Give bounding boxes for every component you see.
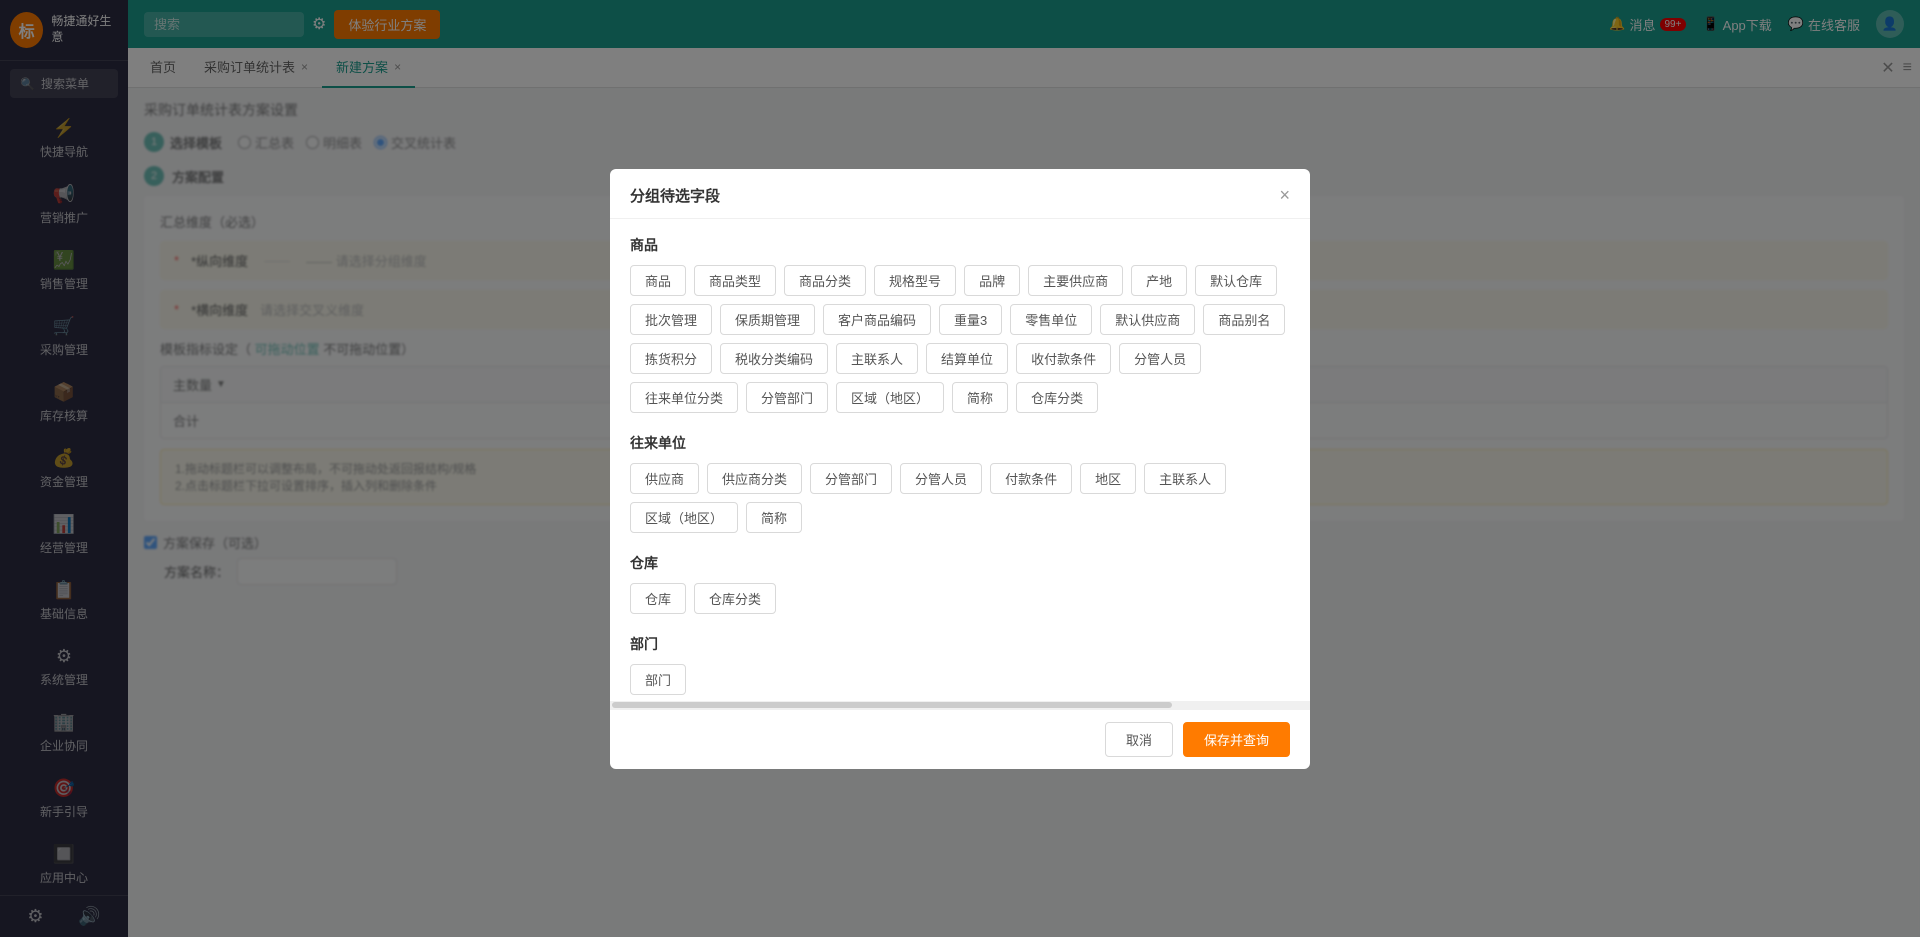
field-tag-区域（地区）[interactable]: 区域（地区） [836,382,944,413]
field-tag-分管人员[interactable]: 分管人员 [1119,343,1201,374]
field-tag-分管部门[interactable]: 分管部门 [746,382,828,413]
modal-horizontal-scrollbar[interactable] [610,701,1310,709]
field-tag-地区[interactable]: 地区 [1080,463,1136,494]
field-group-商品: 商品商品商品类型商品分类规格型号品牌主要供应商产地默认仓库批次管理保质期管理客户… [630,235,1290,413]
field-group-title-部门: 部门 [630,634,1290,654]
field-tag-零售单位[interactable]: 零售单位 [1010,304,1092,335]
field-tag-重量3[interactable]: 重量3 [939,304,1002,335]
field-tag-产地[interactable]: 产地 [1131,265,1187,296]
field-group-部门: 部门部门 [630,634,1290,695]
field-group-仓库: 仓库仓库仓库分类 [630,553,1290,614]
modal-header: 分组待选字段 × [610,169,1310,219]
field-tag-主联系人[interactable]: 主联系人 [1144,463,1226,494]
field-tag-仓库分类[interactable]: 仓库分类 [1016,382,1098,413]
modal-overlay: 分组待选字段 × 商品商品商品类型商品分类规格型号品牌主要供应商产地默认仓库批次… [0,0,1920,937]
modal-scroll-thumb[interactable] [612,702,1172,708]
modal-dialog: 分组待选字段 × 商品商品商品类型商品分类规格型号品牌主要供应商产地默认仓库批次… [610,169,1310,769]
field-tag-商品[interactable]: 商品 [630,265,686,296]
field-tag-税收分类编码[interactable]: 税收分类编码 [720,343,828,374]
field-group-title-往来单位: 往来单位 [630,433,1290,453]
field-group-title-仓库: 仓库 [630,553,1290,573]
field-tag-商品分类[interactable]: 商品分类 [784,265,866,296]
field-tag-区域（地区）[interactable]: 区域（地区） [630,502,738,533]
field-tag-分管人员[interactable]: 分管人员 [900,463,982,494]
field-tag-拣货积分[interactable]: 拣货积分 [630,343,712,374]
field-tag-主要供应商[interactable]: 主要供应商 [1028,265,1123,296]
field-tag-供应商分类[interactable]: 供应商分类 [707,463,802,494]
field-tags-部门: 部门 [630,664,1290,695]
field-tag-客户商品编码[interactable]: 客户商品编码 [823,304,931,335]
field-group-往来单位: 往来单位供应商供应商分类分管部门分管人员付款条件地区主联系人区域（地区） 简称 [630,433,1290,533]
field-tag-保质期管理[interactable]: 保质期管理 [720,304,815,335]
field-tag-部门[interactable]: 部门 [630,664,686,695]
modal-body: 商品商品商品类型商品分类规格型号品牌主要供应商产地默认仓库批次管理保质期管理客户… [610,219,1310,701]
field-tag-简称[interactable]: 简称 [746,502,802,533]
field-tag-供应商[interactable]: 供应商 [630,463,699,494]
field-tag-商品类型[interactable]: 商品类型 [694,265,776,296]
modal-footer: 取消 保存并查询 [610,709,1310,769]
save-query-button[interactable]: 保存并查询 [1183,722,1290,757]
field-tag-简称[interactable]: 简称 [952,382,1008,413]
field-tag-结算单位[interactable]: 结算单位 [926,343,1008,374]
modal-close-button[interactable]: × [1279,186,1290,204]
field-tag-品牌[interactable]: 品牌 [964,265,1020,296]
field-tag-付款条件[interactable]: 付款条件 [990,463,1072,494]
field-tags-往来单位: 供应商供应商分类分管部门分管人员付款条件地区主联系人区域（地区） 简称 [630,463,1290,533]
field-tags-商品: 商品商品类型商品分类规格型号品牌主要供应商产地默认仓库批次管理保质期管理客户商品… [630,265,1290,413]
field-tag-仓库分类[interactable]: 仓库分类 [694,583,776,614]
field-tag-主联系人[interactable]: 主联系人 [836,343,918,374]
field-tag-分管部门[interactable]: 分管部门 [810,463,892,494]
field-tag-默认供应商[interactable]: 默认供应商 [1100,304,1195,335]
field-tag-规格型号[interactable]: 规格型号 [874,265,956,296]
field-tag-往来单位分类[interactable]: 往来单位分类 [630,382,738,413]
field-tags-仓库: 仓库仓库分类 [630,583,1290,614]
field-tag-默认仓库[interactable]: 默认仓库 [1195,265,1277,296]
field-group-title-商品: 商品 [630,235,1290,255]
field-tag-批次管理[interactable]: 批次管理 [630,304,712,335]
cancel-button[interactable]: 取消 [1105,722,1173,757]
field-tag-仓库[interactable]: 仓库 [630,583,686,614]
field-tag-商品别名[interactable]: 商品别名 [1203,304,1285,335]
modal-title: 分组待选字段 [630,185,720,206]
field-tag-收付款条件[interactable]: 收付款条件 [1016,343,1111,374]
